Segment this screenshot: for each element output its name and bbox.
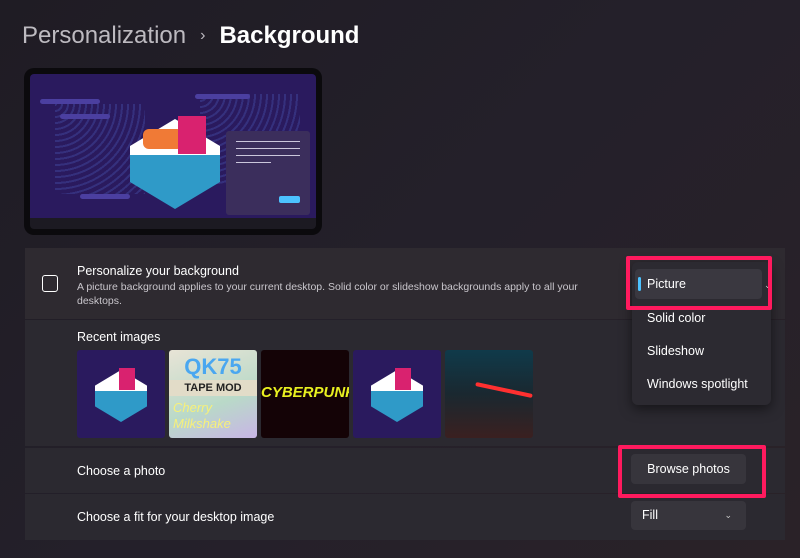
highlight-box	[618, 445, 766, 498]
recent-image-thumb[interactable]: CYBERPUNK	[261, 350, 349, 438]
breadcrumb: Personalization › Background	[22, 22, 359, 50]
chevron-down-icon: ⌄	[724, 510, 732, 520]
desktop-preview	[24, 68, 322, 235]
highlight-box	[626, 256, 772, 310]
recent-image-thumb[interactable]	[445, 350, 533, 438]
menu-item-windows-spotlight[interactable]: Windows spotlight	[647, 377, 748, 391]
row-title: Personalize your background	[77, 264, 239, 278]
page-title: Background	[219, 22, 360, 49]
recent-image-thumb[interactable]	[77, 350, 165, 438]
fit-label: Choose a fit for your desktop image	[77, 510, 275, 524]
recent-image-thumb[interactable]: QK75 TAPE MOD Cherry Milkshake	[169, 350, 257, 438]
breadcrumb-parent[interactable]: Personalization	[22, 22, 186, 50]
image-icon	[42, 275, 58, 292]
recent-images-label: Recent images	[77, 330, 161, 344]
chevron-right-icon: ›	[200, 27, 206, 44]
choose-photo-label: Choose a photo	[77, 464, 166, 478]
menu-item-slideshow[interactable]: Slideshow	[647, 344, 704, 358]
menu-item-solid-color[interactable]: Solid color	[647, 311, 705, 325]
recent-image-thumb[interactable]	[353, 350, 441, 438]
fit-dropdown[interactable]: Fill ⌄	[631, 501, 746, 530]
row-description: A picture background applies to your cur…	[77, 281, 578, 307]
